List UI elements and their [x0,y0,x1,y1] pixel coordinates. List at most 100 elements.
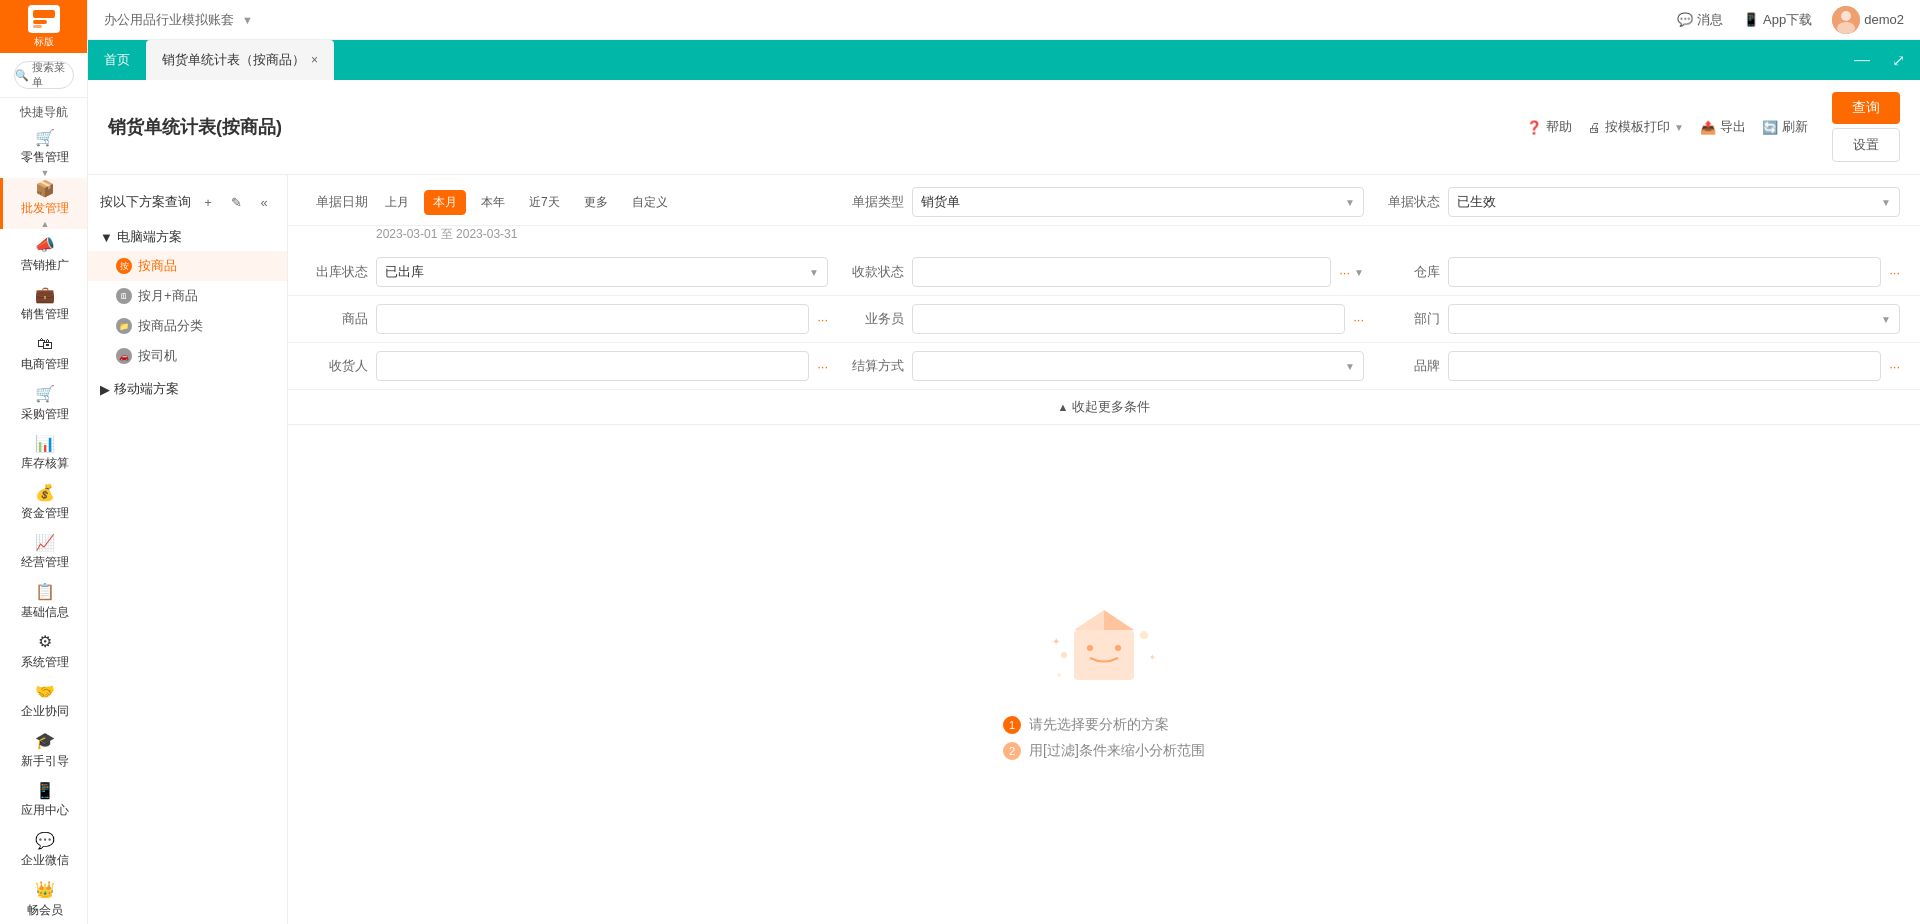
tab-active[interactable]: 销货单统计表（按商品） × [146,40,334,80]
message-button[interactable]: 💬 消息 [1677,11,1723,29]
goods-input[interactable] [376,304,809,334]
svg-point-10 [1115,645,1121,651]
sidebar-item-wechat[interactable]: 💬 企业微信 [0,825,88,875]
wechat-icon: 💬 [35,830,55,850]
payment-status-input[interactable] [912,257,1331,287]
doc-type-select[interactable]: 销货单 ▼ [912,187,1364,217]
sidebar-item-wholesale[interactable]: 📦 批发管理 ▲ [0,178,88,229]
header-right: 💬 消息 📱 App下载 demo2 [1677,6,1904,34]
payment-status-more-btn[interactable]: ··· [1339,265,1350,280]
sidebar-item-finance[interactable]: 💰 资金管理 [0,477,88,527]
payment-status-control: ··· ▼ [912,257,1364,287]
sidebar-item-retail[interactable]: 🛒 零售管理 ▼ [0,127,88,178]
sidebar-item-purchase[interactable]: 🛒 采购管理 [0,378,88,428]
app-download-button[interactable]: 📱 App下载 [1743,11,1812,29]
tab-minimize-button[interactable]: — [1848,46,1876,74]
refresh-button[interactable]: 🔄 刷新 [1762,118,1808,136]
date-btn-custom[interactable]: 自定义 [623,190,677,215]
brand-more-btn[interactable]: ··· [1889,359,1900,374]
date-btn-7days[interactable]: 近7天 [520,190,569,215]
date-label: 单据日期 [308,193,368,211]
query-button[interactable]: 查询 [1832,92,1900,124]
doc-type-label: 单据类型 [844,193,904,211]
doc-status-select[interactable]: 已生效 ▼ [1448,187,1900,217]
out-status-label: 出库状态 [308,263,368,281]
goods-more-btn[interactable]: ··· [817,312,828,327]
member-icon: 👑 [35,880,55,900]
scheme-item-by-month-goods[interactable]: 🗓 按月+商品 [88,281,287,311]
brand-input[interactable] [1448,351,1881,381]
retail-icon: 🛒 [35,127,55,147]
add-scheme-button[interactable]: + [197,191,219,213]
date-btn-more[interactable]: 更多 [575,190,617,215]
sidebar-item-guide[interactable]: 🎓 新手引导 [0,726,88,776]
scheme-item-by-goods[interactable]: 按 按商品 [88,251,287,281]
doc-type-dropdown-icon: ▼ [1345,197,1355,208]
date-range-display: 2023-03-01 至 2023-03-31 [288,226,1920,249]
tab-expand-button[interactable]: ⤢ [1884,46,1912,74]
tab-close-button[interactable]: × [311,53,318,67]
more-conditions-toggle[interactable]: ▲ 收起更多条件 [288,390,1920,425]
warehouse-control: ··· [1448,257,1900,287]
search-menu-button[interactable]: 🔍 搜索菜单 [14,61,74,89]
sidebar-item-quick-nav[interactable]: 快捷导航 [8,98,80,127]
guide-icon: 🎓 [35,731,55,751]
mobile-scheme-title[interactable]: ▶ 移动端方案 [88,375,287,403]
date-btn-last-month[interactable]: 上月 [376,190,418,215]
warehouse-more-btn[interactable]: ··· [1889,265,1900,280]
print-button[interactable]: 🖨 按模板打印 ▼ [1588,118,1684,136]
salesman-input[interactable] [912,304,1345,334]
collapse-panel-button[interactable]: « [253,191,275,213]
sidebar-item-apps[interactable]: 📱 应用中心 [0,775,88,825]
recipient-input[interactable] [376,351,809,381]
system-icon: ⚙ [35,632,55,652]
sidebar-item-collab[interactable]: 🤝 企业协同 [0,676,88,726]
export-button[interactable]: 📤 导出 [1700,118,1746,136]
pc-scheme-title[interactable]: ▼ 电脑端方案 [88,223,287,251]
dept-input[interactable]: ▼ [1448,304,1900,334]
svg-text:✦: ✦ [1052,636,1060,647]
tab-bar-actions: — ⤢ [1848,46,1920,74]
header-dropdown-icon[interactable]: ▼ [242,14,253,26]
sidebar-item-operation[interactable]: 📈 经营管理 [0,527,88,577]
scheme-item-by-category[interactable]: 📁 按商品分类 [88,311,287,341]
doc-status-dropdown-icon: ▼ [1881,197,1891,208]
logo-text: 标版 [34,35,54,49]
sidebar-logo[interactable]: 标版 [0,0,88,53]
settings-button[interactable]: 设置 [1832,128,1900,162]
pc-scheme-group: ▼ 电脑端方案 按 按商品 🗓 按月+商品 📁 按商品分类 [88,223,287,371]
sidebar-item-system[interactable]: ⚙ 系统管理 [0,626,88,676]
svg-point-13 [1057,673,1061,677]
user-profile[interactable]: demo2 [1832,6,1904,34]
sidebar-item-inventory[interactable]: 📊 库存核算 [0,428,88,478]
help-button[interactable]: ❓ 帮助 [1526,118,1572,136]
scheme-item-by-driver[interactable]: 🚗 按司机 [88,341,287,371]
salesman-more-btn[interactable]: ··· [1353,312,1364,327]
print-dropdown-icon: ▼ [1674,122,1684,133]
tab-home[interactable]: 首页 [88,40,146,80]
date-range-text: 2023-03-01 至 2023-03-31 [308,227,517,241]
recipient-more-btn[interactable]: ··· [817,359,828,374]
sidebar-item-base[interactable]: 📋 基础信息 [0,577,88,627]
sidebar-item-sales[interactable]: 💼 销售管理 [0,279,88,329]
download-icon: 📱 [1743,12,1759,27]
page-actions: ❓ 帮助 🖨 按模板打印 ▼ 📤 导出 🔄 刷新 [1526,92,1900,162]
sidebar-item-marketing[interactable]: 📣 营销推广 [0,229,88,279]
out-status-dropdown-icon: ▼ [809,267,819,278]
edit-scheme-button[interactable]: ✎ [225,191,247,213]
settle-input[interactable]: ▼ [912,351,1364,381]
date-btn-this-month[interactable]: 本月 [424,190,466,215]
sidebar-item-ecommerce[interactable]: 🛍 电商管理 [0,329,88,379]
warehouse-input[interactable] [1448,257,1881,287]
filter-payment-status: 收款状态 ··· ▼ [844,257,1364,287]
empty-state: ✦ ✦ 1 请先选择要分析的方案 2 用[过滤]条件来缩小分析范围 [288,425,1920,924]
date-btn-this-year[interactable]: 本年 [472,190,514,215]
sidebar-item-member[interactable]: 👑 畅会员 [0,874,88,924]
right-panel: 单据日期 上月 本月 本年 近7天 更多 自定义 单据类型 [288,175,1920,924]
expand-icon: ▼ [100,230,113,245]
apps-icon: 📱 [35,780,55,800]
filter-row-3: 商品 ··· 业务员 [288,296,1920,343]
main-content: 销货单统计表(按商品) ❓ 帮助 🖨 按模板打印 ▼ 📤 导出 [88,80,1920,924]
warehouse-label: 仓库 [1380,263,1440,281]
out-status-select[interactable]: 已出库 ▼ [376,257,828,287]
